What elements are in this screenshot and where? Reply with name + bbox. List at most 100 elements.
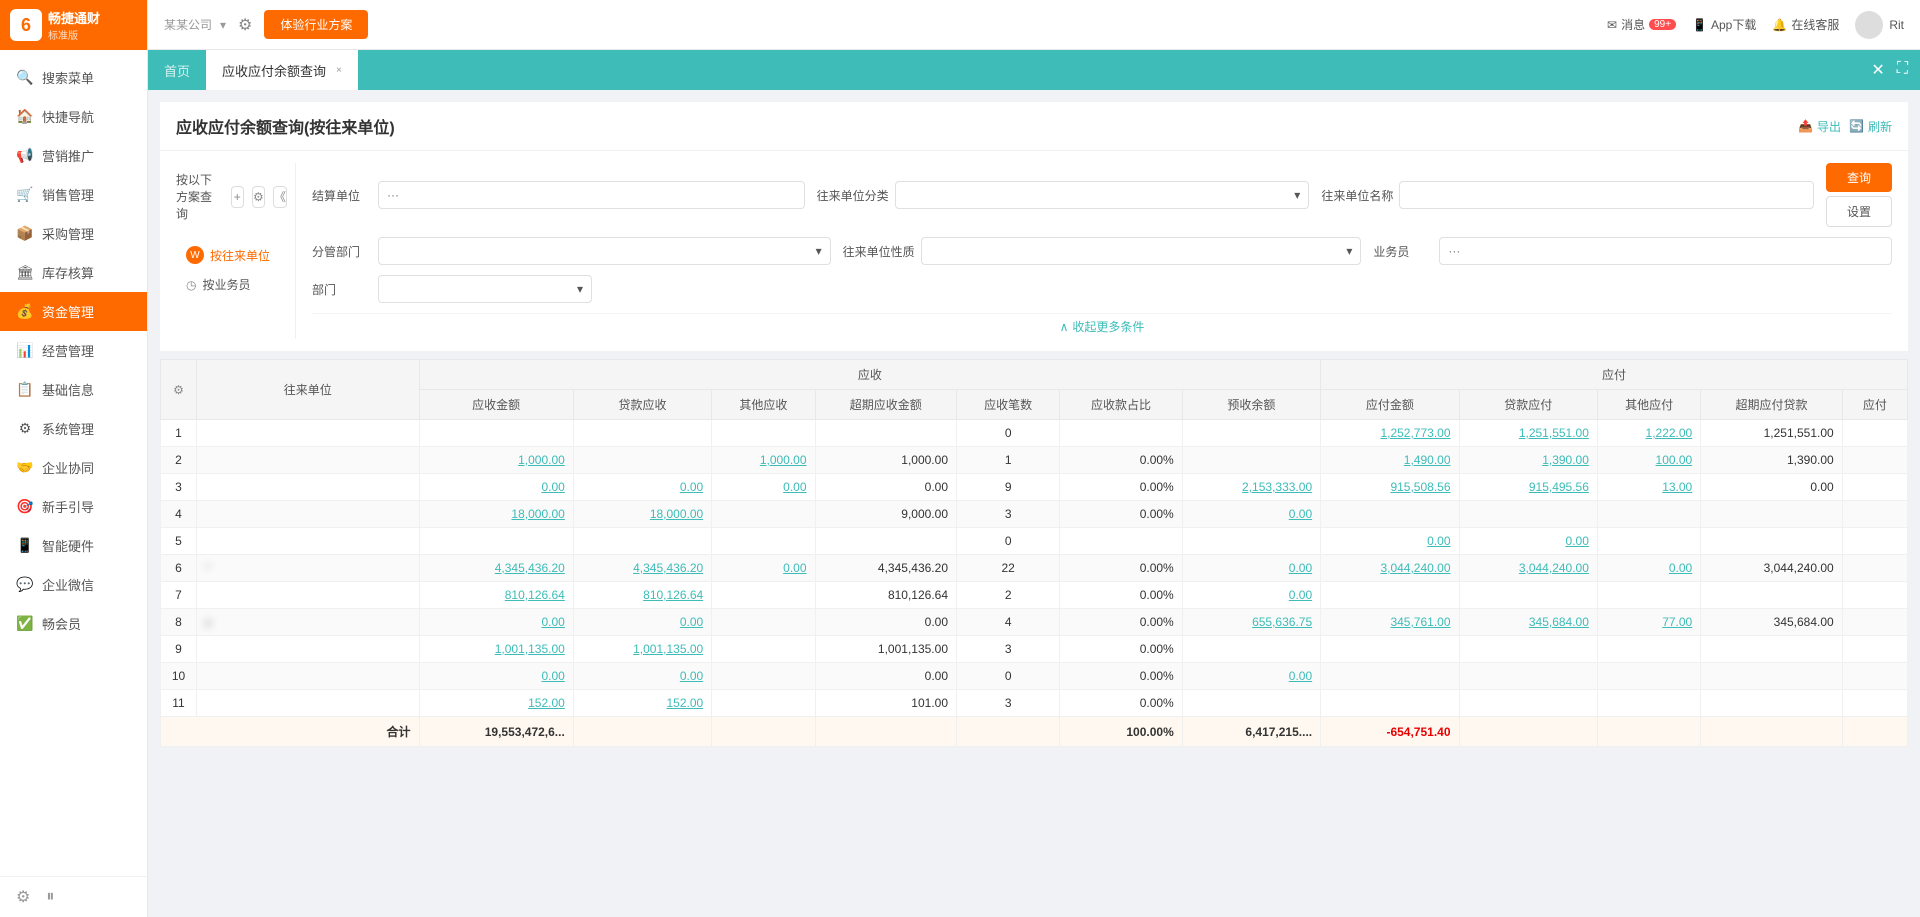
sidebar-item-新手引导[interactable]: 🎯 新手引导 — [0, 487, 147, 526]
table-cell[interactable] — [573, 447, 711, 474]
table-cell[interactable] — [712, 663, 815, 690]
table-cell[interactable] — [712, 528, 815, 555]
table-cell[interactable]: 2,153,333.00 — [1182, 474, 1320, 501]
sidebar-item-系统管理[interactable]: ⚙ 系统管理 — [0, 409, 147, 448]
table-cell[interactable] — [1182, 636, 1320, 663]
table-cell[interactable] — [1321, 501, 1459, 528]
cell-link[interactable]: 2,153,333.00 — [1242, 480, 1312, 494]
cell-link[interactable]: 810,126.64 — [505, 588, 565, 602]
table-cell[interactable]: 152.00 — [419, 690, 573, 717]
input-salesman[interactable] — [1439, 237, 1892, 265]
tab-应收应付余额查询[interactable]: 应收应付余额查询× — [206, 50, 358, 90]
table-cell[interactable] — [1321, 582, 1459, 609]
table-cell[interactable] — [1597, 501, 1700, 528]
table-cell[interactable]: 0.00 — [419, 663, 573, 690]
table-cell[interactable]: 100.00 — [1597, 447, 1700, 474]
select-department[interactable]: ▾ — [378, 275, 592, 303]
cell-link[interactable]: 3,044,240.00 — [1519, 561, 1589, 575]
table-cell[interactable]: 1,222.00 — [1597, 420, 1700, 447]
table-cell[interactable]: 345,761.00 — [1321, 609, 1459, 636]
input-partner-name[interactable] — [1399, 181, 1814, 209]
table-cell[interactable]: 0.00 — [1321, 528, 1459, 555]
cell-link[interactable]: 1,001,135.00 — [633, 642, 703, 656]
cell-link[interactable]: 0.00 — [1427, 534, 1450, 548]
table-cell[interactable] — [1597, 636, 1700, 663]
cell-link[interactable]: 18,000.00 — [511, 507, 564, 521]
table-cell[interactable]: 0.00 — [419, 474, 573, 501]
cell-link[interactable]: 0.00 — [1289, 561, 1312, 575]
refresh-btn[interactable]: 🔄 刷新 — [1849, 118, 1892, 135]
table-cell[interactable] — [419, 420, 573, 447]
tab-首页[interactable]: 首页 — [148, 50, 206, 90]
sidebar-item-资金管理[interactable]: 💰 资金管理 — [0, 292, 147, 331]
table-cell[interactable]: 0.00 — [1597, 555, 1700, 582]
input-settlement-unit[interactable] — [378, 181, 805, 209]
cell-link[interactable]: 0.00 — [783, 480, 806, 494]
gear-icon[interactable]: ⚙ — [238, 15, 252, 35]
select-dept[interactable]: ▾ — [378, 237, 831, 265]
table-cell[interactable]: 0.00 — [712, 555, 815, 582]
table-cell[interactable] — [1321, 663, 1459, 690]
sidebar-item-智能硬件[interactable]: 📱 智能硬件 — [0, 526, 147, 565]
table-cell[interactable]: 1,490.00 — [1321, 447, 1459, 474]
tab-close-icon[interactable]: × — [336, 65, 342, 76]
sidebar-item-搜索菜单[interactable]: 🔍 搜索菜单 — [0, 58, 147, 97]
table-cell[interactable]: 152.00 — [573, 690, 711, 717]
settings-btn[interactable]: 设置 — [1826, 196, 1892, 227]
select-partner-category[interactable]: ▾ — [895, 181, 1310, 209]
table-cell[interactable] — [1459, 636, 1597, 663]
cell-link[interactable]: 1,222.00 — [1646, 426, 1693, 440]
sidebar-item-基础信息[interactable]: 📋 基础信息 — [0, 370, 147, 409]
table-cell[interactable]: 915,495.56 — [1459, 474, 1597, 501]
cell-link[interactable]: 0.00 — [541, 615, 564, 629]
table-cell[interactable]: 13.00 — [1597, 474, 1700, 501]
table-cell[interactable]: 3,044,240.00 — [1321, 555, 1459, 582]
cell-link[interactable]: 0.00 — [541, 480, 564, 494]
cell-link[interactable]: 0.00 — [1289, 669, 1312, 683]
cell-link[interactable]: 810,126.64 — [643, 588, 703, 602]
table-cell[interactable]: 345,684.00 — [1459, 609, 1597, 636]
table-cell[interactable]: 0.00 — [419, 609, 573, 636]
cell-link[interactable]: 4,345,436.20 — [633, 561, 703, 575]
table-cell[interactable]: 1,252,773.00 — [1321, 420, 1459, 447]
cell-link[interactable]: 1,000.00 — [760, 453, 807, 467]
table-cell[interactable] — [1182, 447, 1320, 474]
cell-link[interactable]: 0.00 — [680, 615, 703, 629]
select-partner-nature[interactable]: ▾ — [921, 237, 1362, 265]
table-cell[interactable]: 1,000.00 — [419, 447, 573, 474]
table-cell[interactable] — [1459, 690, 1597, 717]
cell-link[interactable]: 4,345,436.20 — [495, 561, 565, 575]
cell-link[interactable]: 915,508.56 — [1390, 480, 1450, 494]
scheme-settings-btn[interactable]: ⚙ — [252, 186, 265, 208]
cell-link[interactable]: 0.00 — [680, 669, 703, 683]
table-cell[interactable] — [712, 501, 815, 528]
cell-link[interactable]: 18,000.00 — [650, 507, 703, 521]
cell-link[interactable]: 1,000.00 — [518, 453, 565, 467]
cell-link[interactable]: 0.00 — [1289, 588, 1312, 602]
table-cell[interactable] — [419, 528, 573, 555]
sidebar-item-企业协同[interactable]: 🤝 企业协同 — [0, 448, 147, 487]
table-cell[interactable]: 3,044,240.00 — [1459, 555, 1597, 582]
table-cell[interactable]: 655,636.75 — [1182, 609, 1320, 636]
cell-link[interactable]: 915,495.56 — [1529, 480, 1589, 494]
table-cell[interactable]: 1,251,551.00 — [1459, 420, 1597, 447]
table-cell[interactable] — [1459, 501, 1597, 528]
cell-link[interactable]: 152.00 — [528, 696, 565, 710]
cell-link[interactable]: 345,684.00 — [1529, 615, 1589, 629]
cell-link[interactable]: 152.00 — [667, 696, 704, 710]
cell-link[interactable]: 655,636.75 — [1252, 615, 1312, 629]
sidebar-item-营销推广[interactable]: 📢 营销推广 — [0, 136, 147, 175]
table-cell[interactable] — [1182, 420, 1320, 447]
add-scheme-btn[interactable]: + — [231, 186, 244, 208]
table-cell[interactable] — [1597, 582, 1700, 609]
sidebar-item-快捷导航[interactable]: 🏠 快捷导航 — [0, 97, 147, 136]
cell-link[interactable]: 77.00 — [1662, 615, 1692, 629]
table-cell[interactable]: 18,000.00 — [573, 501, 711, 528]
table-cell[interactable] — [1459, 582, 1597, 609]
table-cell[interactable] — [712, 690, 815, 717]
table-cell[interactable] — [1459, 663, 1597, 690]
table-cell[interactable]: 0.00 — [573, 474, 711, 501]
cell-link[interactable]: 100.00 — [1656, 453, 1693, 467]
cell-link[interactable]: 0.00 — [680, 480, 703, 494]
cell-link[interactable]: 0.00 — [541, 669, 564, 683]
